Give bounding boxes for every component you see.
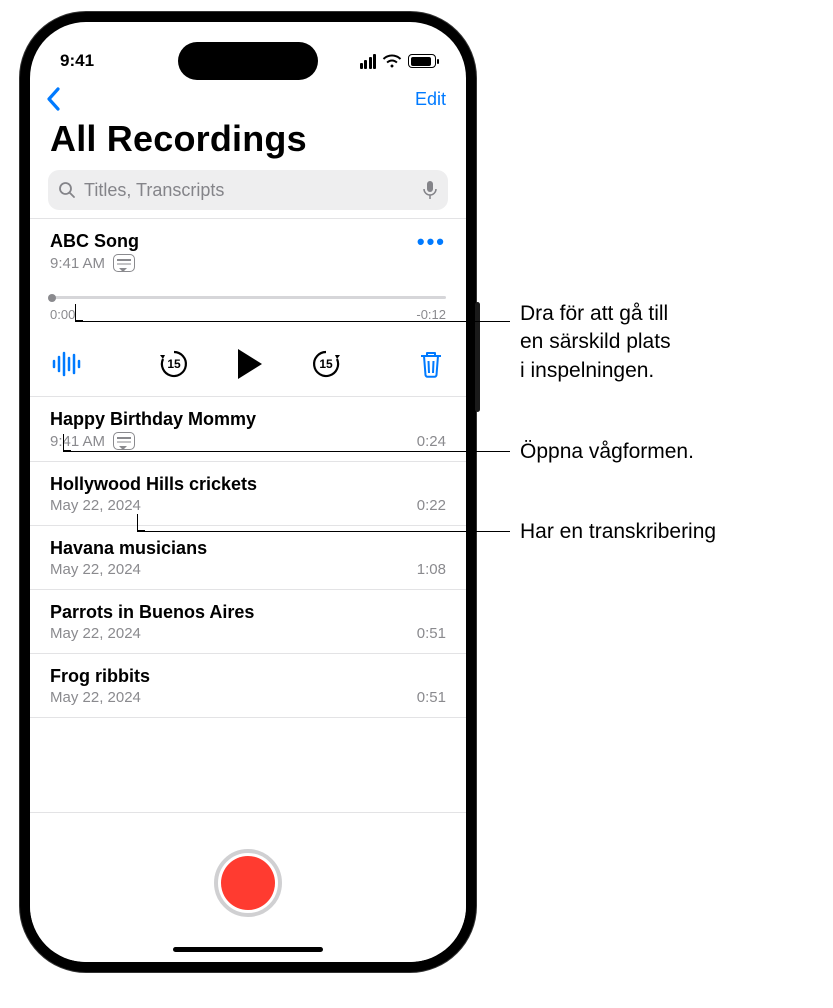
dynamic-island: [178, 42, 318, 80]
callout-waveform: Öppna vågformen.: [520, 438, 694, 466]
status-time: 9:41: [60, 51, 94, 71]
phone-frame: 9:41 Edit All Recordings: [20, 12, 476, 972]
recording-row[interactable]: Frog ribbits May 22, 2024 0:51: [30, 654, 466, 718]
recording-duration: 0:51: [417, 625, 446, 642]
delete-button[interactable]: [418, 349, 444, 379]
dictate-icon[interactable]: [422, 180, 438, 200]
recording-title: Hollywood Hills crickets: [50, 474, 446, 495]
recording-title: Parrots in Buenos Aires: [50, 602, 446, 623]
skip-forward-button[interactable]: 15: [310, 348, 342, 380]
playback-controls: 15 15: [50, 348, 446, 380]
recording-duration: 0:51: [417, 689, 446, 706]
status-icons: [360, 54, 437, 69]
skip-back-button[interactable]: 15: [158, 348, 190, 380]
recording-row[interactable]: Parrots in Buenos Aires May 22, 2024 0:5…: [30, 590, 466, 654]
recording-title: Havana musicians: [50, 538, 446, 559]
callout-hook: [75, 304, 83, 321]
callout-transcript: Har en transkribering: [520, 518, 716, 546]
nav-bar: Edit: [30, 82, 466, 116]
scrubber-knob[interactable]: [48, 294, 56, 302]
transcript-icon: [113, 254, 135, 272]
waveform-button[interactable]: [52, 351, 82, 377]
scrubber-remaining: -0:12: [416, 307, 446, 322]
recording-date: May 22, 2024: [50, 497, 141, 514]
scrubber-times: 0:00 -0:12: [50, 307, 446, 322]
skip-back-label: 15: [158, 348, 190, 380]
recording-title: ABC Song: [50, 231, 139, 252]
screen: 9:41 Edit All Recordings: [30, 22, 466, 962]
home-indicator[interactable]: [173, 947, 323, 952]
recording-date: May 22, 2024: [50, 689, 141, 706]
bottom-bar: [30, 812, 466, 962]
recording-duration: 0:22: [417, 497, 446, 514]
edit-button[interactable]: Edit: [415, 89, 446, 110]
page-title: All Recordings: [30, 116, 466, 170]
recording-duration: 0:24: [417, 433, 446, 450]
search-field[interactable]: [48, 170, 448, 210]
callout-scrubber: Dra för att gå till en särskild plats i …: [520, 300, 671, 385]
recording-row[interactable]: Hollywood Hills crickets May 22, 2024 0:…: [30, 462, 466, 526]
recording-date: May 22, 2024: [50, 625, 141, 642]
playback-scrubber[interactable]: [50, 296, 446, 299]
more-button[interactable]: •••: [417, 231, 446, 249]
callout-leader: [75, 321, 510, 322]
callout-leader: [63, 451, 510, 452]
recording-date: May 22, 2024: [50, 561, 141, 578]
record-button-inner: [221, 856, 275, 910]
back-button[interactable]: [44, 86, 62, 112]
record-button[interactable]: [214, 849, 282, 917]
recording-row[interactable]: Happy Birthday Mommy 9:41 AM 0:24: [30, 397, 466, 462]
recording-row-cutoff: …: [30, 718, 466, 738]
recording-time: 9:41 AM: [50, 255, 105, 272]
search-icon: [58, 181, 76, 199]
scrubber-elapsed: 0:00: [50, 307, 75, 322]
cellular-icon: [360, 54, 377, 69]
recording-title: Happy Birthday Mommy: [50, 409, 446, 430]
callout-hook: [63, 434, 71, 451]
recording-row[interactable]: Havana musicians May 22, 2024 1:08: [30, 526, 466, 590]
skip-forward-label: 15: [310, 348, 342, 380]
recording-duration: 1:08: [417, 561, 446, 578]
battery-icon: [408, 54, 436, 68]
recording-date: 9:41 AM: [50, 433, 105, 450]
callout-leader: [137, 531, 510, 532]
search-input[interactable]: [84, 180, 414, 201]
side-button: [475, 302, 480, 412]
play-button[interactable]: [238, 349, 262, 379]
recording-row-expanded[interactable]: ABC Song 9:41 AM ••• 0:00: [30, 218, 466, 397]
wifi-icon: [382, 54, 402, 68]
transcript-icon: [113, 432, 135, 450]
recording-title: Frog ribbits: [50, 666, 446, 687]
callout-hook: [137, 514, 145, 531]
